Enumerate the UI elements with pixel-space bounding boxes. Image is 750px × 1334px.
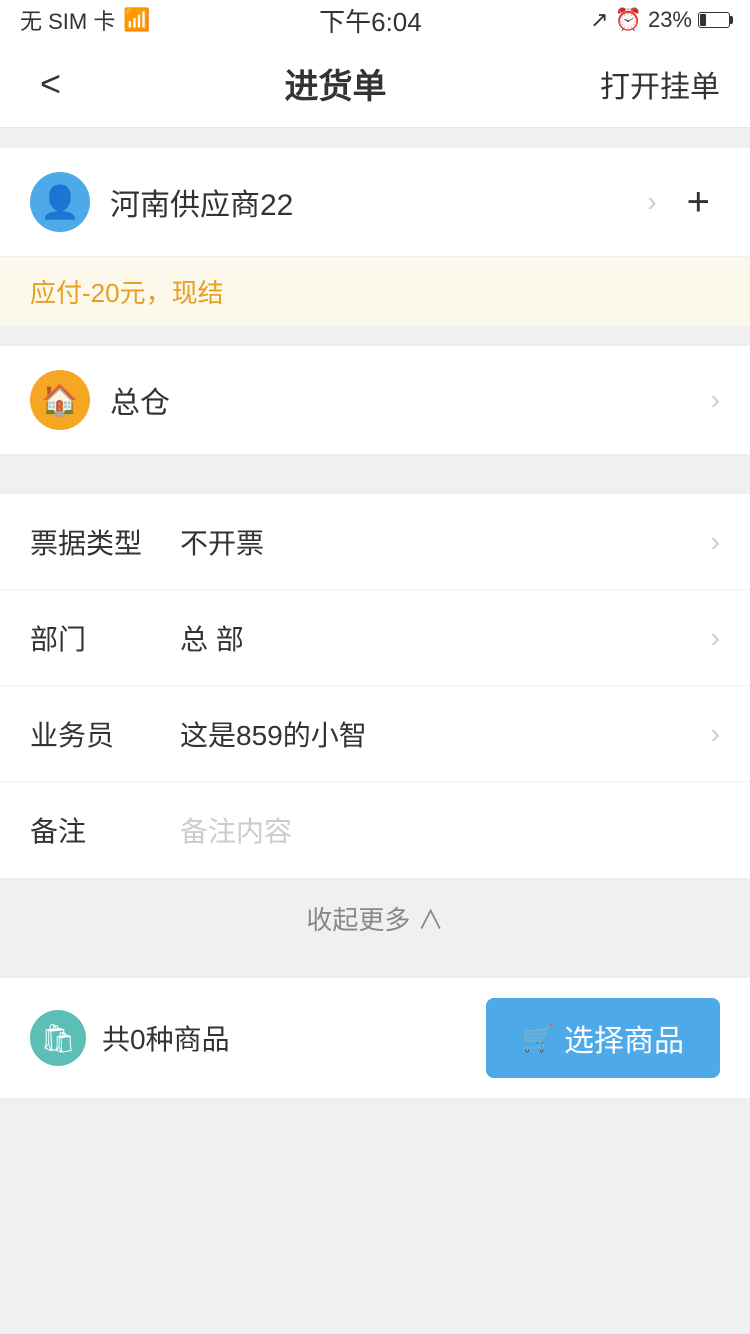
notice-text: 应付-20元，现结	[30, 278, 224, 308]
supplier-actions: › +	[647, 180, 720, 225]
goods-icon-wrap: 🛍	[30, 1010, 86, 1066]
salesperson-label: 业务员	[30, 714, 170, 754]
page-title: 进货单	[285, 59, 387, 108]
cart-bag-icon: 🛍	[40, 1022, 76, 1055]
open-pending-button[interactable]: 打开挂单	[600, 62, 720, 106]
chevron-right-invoice-icon: ›	[711, 526, 720, 558]
notice-bar: 应付-20元，现结	[0, 257, 750, 326]
dept-value: 总 部	[170, 618, 711, 658]
select-goods-label: 选择商品	[564, 1016, 684, 1060]
supplier-name: 河南供应商22	[110, 180, 647, 224]
goods-count-text: 共0种商品	[102, 1018, 230, 1058]
wifi-icon: 📶	[123, 7, 150, 33]
chevron-right-icon: ›	[647, 186, 656, 218]
status-bar: 无 SIM 卡 📶 下午6:04 ↗ ⏰ 23%	[0, 0, 750, 40]
alarm-icon: ⏰	[615, 7, 642, 33]
salesperson-row[interactable]: 业务员 这是859的小智 ›	[0, 686, 750, 782]
dept-label: 部门	[30, 618, 170, 658]
supplier-row[interactable]: 👤 河南供应商22 › +	[0, 148, 750, 257]
chevron-right-warehouse-icon: ›	[711, 384, 720, 416]
invoice-value: 不开票	[170, 522, 711, 562]
carrier-label: 无 SIM 卡	[20, 4, 115, 36]
nav-bar: < 进货单 打开挂单	[0, 40, 750, 128]
chevron-right-dept-icon: ›	[711, 622, 720, 654]
bottom-bar: 🛍 共0种商品 🛒 选择商品	[0, 978, 750, 1098]
supplier-avatar: 👤	[30, 172, 90, 232]
warehouse-section: 🏠 总仓 ›	[0, 346, 750, 454]
time-label: 下午6:04	[319, 2, 422, 39]
supplier-section: 👤 河南供应商22 › + 应付-20元，现结	[0, 148, 750, 326]
remark-label: 备注	[30, 810, 170, 850]
person-icon: 👤	[40, 183, 80, 221]
remark-input[interactable]: 备注内容	[170, 810, 720, 850]
home-icon: 🏠	[41, 383, 78, 418]
invoice-row[interactable]: 票据类型 不开票 ›	[0, 494, 750, 590]
battery-percent: 23%	[648, 7, 692, 33]
select-cart-icon: 🛒	[522, 1023, 554, 1054]
dept-row[interactable]: 部门 总 部 ›	[0, 590, 750, 686]
section-gap-4	[0, 958, 750, 978]
battery-icon	[698, 12, 730, 28]
back-button[interactable]: <	[30, 53, 71, 115]
form-section: 票据类型 不开票 › 部门 总 部 › 业务员 这是859的小智 › 备注 备注…	[0, 494, 750, 878]
warehouse-name: 总仓	[110, 378, 711, 422]
collapse-section[interactable]: 收起更多 ∧	[0, 878, 750, 958]
invoice-label: 票据类型	[30, 522, 170, 562]
select-goods-button[interactable]: 🛒 选择商品	[486, 998, 720, 1078]
page-background	[0, 1098, 750, 1298]
collapse-label: 收起更多 ∧	[306, 900, 443, 937]
warehouse-icon-wrap: 🏠	[30, 370, 90, 430]
goods-count-wrap: 🛍 共0种商品	[30, 1010, 230, 1066]
section-gap-3	[0, 454, 750, 474]
location-icon: ↗	[590, 7, 608, 33]
section-gap-2	[0, 326, 750, 346]
section-gap-1	[0, 128, 750, 148]
remark-row[interactable]: 备注 备注内容	[0, 782, 750, 878]
warehouse-row[interactable]: 🏠 总仓 ›	[0, 346, 750, 454]
salesperson-value: 这是859的小智	[170, 714, 711, 754]
add-supplier-button[interactable]: +	[677, 180, 720, 225]
status-left: 无 SIM 卡 📶	[20, 4, 151, 36]
status-right: ↗ ⏰ 23%	[590, 7, 730, 33]
chevron-right-salesperson-icon: ›	[711, 718, 720, 750]
